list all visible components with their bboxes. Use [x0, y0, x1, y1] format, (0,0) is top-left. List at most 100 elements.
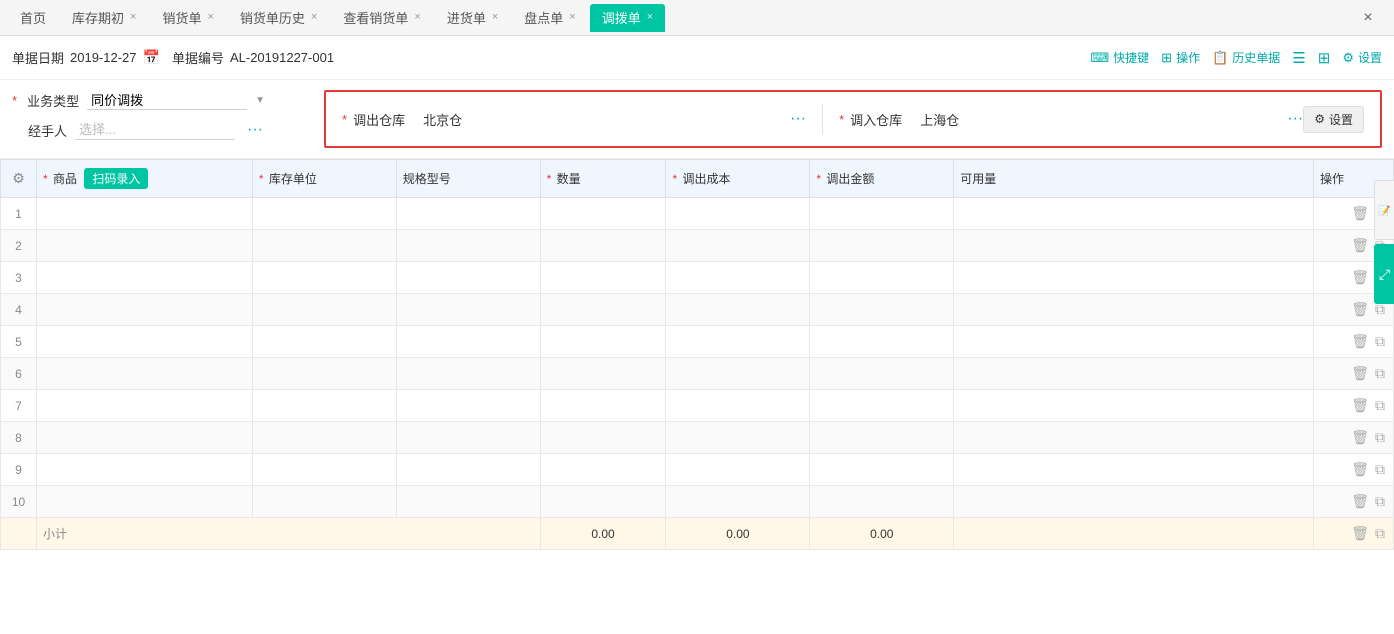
- goods-cell-3[interactable]: [37, 262, 253, 294]
- unit-cell-6[interactable]: [252, 358, 396, 390]
- spec-cell-2[interactable]: [396, 230, 540, 262]
- available-cell-1[interactable]: [954, 198, 1314, 230]
- qty-cell-2[interactable]: [540, 230, 666, 262]
- unit-cell-9[interactable]: [252, 454, 396, 486]
- warehouse-in-more-button[interactable]: ···: [1287, 110, 1303, 128]
- goods-cell-8[interactable]: [37, 422, 253, 454]
- cost-cell-10[interactable]: [666, 486, 810, 518]
- qty-cell-10[interactable]: [540, 486, 666, 518]
- spec-cell-8[interactable]: [396, 422, 540, 454]
- grid-view-button[interactable]: ⊞: [1318, 49, 1331, 67]
- spec-cell-5[interactable]: [396, 326, 540, 358]
- unit-cell-3[interactable]: [252, 262, 396, 294]
- goods-cell-6[interactable]: [37, 358, 253, 390]
- delete-icon-5[interactable]: 🗑: [1351, 333, 1369, 350]
- tab-inventory-init[interactable]: 库存期初 ×: [60, 4, 148, 32]
- available-cell-9[interactable]: [954, 454, 1314, 486]
- tab-sales-history[interactable]: 销货单历史 ×: [228, 4, 329, 32]
- qty-cell-7[interactable]: [540, 390, 666, 422]
- date-value[interactable]: 2019-12-27: [70, 50, 137, 65]
- tab-transfer-order-close[interactable]: ×: [647, 12, 653, 23]
- tab-inventory-init-close[interactable]: ×: [130, 12, 136, 23]
- unit-cell-8[interactable]: [252, 422, 396, 454]
- calendar-icon[interactable]: 📅: [143, 49, 160, 66]
- tab-view-sales-close[interactable]: ×: [414, 12, 420, 23]
- available-cell-10[interactable]: [954, 486, 1314, 518]
- tab-sales-order[interactable]: 销货单 ×: [150, 4, 225, 32]
- amount-cell-10[interactable]: [810, 486, 954, 518]
- copy-icon-8[interactable]: ⧉: [1375, 429, 1385, 446]
- spec-cell-6[interactable]: [396, 358, 540, 390]
- unit-cell-5[interactable]: [252, 326, 396, 358]
- available-cell-7[interactable]: [954, 390, 1314, 422]
- copy-icon[interactable]: ⧉: [1375, 525, 1385, 542]
- handler-more-button[interactable]: ···: [247, 121, 263, 139]
- qty-cell-3[interactable]: [540, 262, 666, 294]
- tab-inventory-check-close[interactable]: ×: [569, 12, 575, 23]
- settings-top-button[interactable]: ⚙ 设置: [1342, 49, 1382, 66]
- unit-cell-1[interactable]: [252, 198, 396, 230]
- available-cell-8[interactable]: [954, 422, 1314, 454]
- delete-icon-10[interactable]: 🗑: [1351, 493, 1369, 510]
- cost-cell-2[interactable]: [666, 230, 810, 262]
- delete-icon-1[interactable]: 🗑: [1351, 205, 1369, 222]
- unit-cell-2[interactable]: [252, 230, 396, 262]
- copy-icon-5[interactable]: ⧉: [1375, 333, 1385, 350]
- cost-cell-8[interactable]: [666, 422, 810, 454]
- business-type-input[interactable]: [87, 90, 247, 110]
- unit-cell-4[interactable]: [252, 294, 396, 326]
- window-close-button[interactable]: ×: [1350, 0, 1386, 36]
- delete-icon-3[interactable]: 🗑: [1351, 269, 1369, 286]
- goods-cell-5[interactable]: [37, 326, 253, 358]
- warehouse-out-more-button[interactable]: ···: [790, 110, 806, 128]
- qty-cell-6[interactable]: [540, 358, 666, 390]
- business-type-dropdown-icon[interactable]: ▼: [255, 95, 265, 106]
- spec-cell-7[interactable]: [396, 390, 540, 422]
- spec-cell-1[interactable]: [396, 198, 540, 230]
- available-cell-4[interactable]: [954, 294, 1314, 326]
- cost-cell-5[interactable]: [666, 326, 810, 358]
- qty-cell-9[interactable]: [540, 454, 666, 486]
- cost-cell-4[interactable]: [666, 294, 810, 326]
- amount-cell-1[interactable]: [810, 198, 954, 230]
- expand-side-button[interactable]: ⤢: [1374, 244, 1394, 304]
- delete-icon-2[interactable]: 🗑: [1351, 237, 1369, 254]
- delete-icon-4[interactable]: 🗑: [1351, 301, 1369, 318]
- shortcut-button[interactable]: ⌨ 快捷键: [1090, 49, 1149, 66]
- amount-cell-8[interactable]: [810, 422, 954, 454]
- goods-cell-10[interactable]: [37, 486, 253, 518]
- tab-sales-order-close[interactable]: ×: [207, 12, 213, 23]
- tab-transfer-order[interactable]: 调拨单 ×: [590, 4, 665, 32]
- operation-button[interactable]: ⊞ 操作: [1161, 49, 1200, 66]
- amount-cell-3[interactable]: [810, 262, 954, 294]
- note-side-button[interactable]: 📝: [1374, 180, 1394, 240]
- qty-cell-5[interactable]: [540, 326, 666, 358]
- goods-cell-4[interactable]: [37, 294, 253, 326]
- copy-icon-6[interactable]: ⧉: [1375, 365, 1385, 382]
- tab-inventory-check[interactable]: 盘点单 ×: [512, 4, 587, 32]
- cost-cell-6[interactable]: [666, 358, 810, 390]
- cost-cell-1[interactable]: [666, 198, 810, 230]
- goods-cell-2[interactable]: [37, 230, 253, 262]
- spec-cell-4[interactable]: [396, 294, 540, 326]
- scan-entry-button[interactable]: 扫码录入: [84, 168, 148, 189]
- warehouse-out-value[interactable]: 北京仓: [423, 110, 782, 129]
- unit-cell-7[interactable]: [252, 390, 396, 422]
- delete-icon[interactable]: 🗑: [1351, 525, 1369, 542]
- goods-cell-7[interactable]: [37, 390, 253, 422]
- unit-cell-10[interactable]: [252, 486, 396, 518]
- copy-icon-9[interactable]: ⧉: [1375, 461, 1385, 478]
- warehouse-in-value[interactable]: 上海仓: [920, 110, 1279, 129]
- available-cell-3[interactable]: [954, 262, 1314, 294]
- tab-view-sales[interactable]: 查看销货单 ×: [331, 4, 432, 32]
- delete-icon-7[interactable]: 🗑: [1351, 397, 1369, 414]
- delete-icon-8[interactable]: 🗑: [1351, 429, 1369, 446]
- cost-cell-3[interactable]: [666, 262, 810, 294]
- settings-button[interactable]: ⚙ 设置: [1303, 106, 1364, 133]
- tab-purchase-order[interactable]: 进货单 ×: [435, 4, 510, 32]
- qty-cell-8[interactable]: [540, 422, 666, 454]
- tab-sales-history-close[interactable]: ×: [311, 12, 317, 23]
- goods-cell-9[interactable]: [37, 454, 253, 486]
- qty-cell-4[interactable]: [540, 294, 666, 326]
- spec-cell-3[interactable]: [396, 262, 540, 294]
